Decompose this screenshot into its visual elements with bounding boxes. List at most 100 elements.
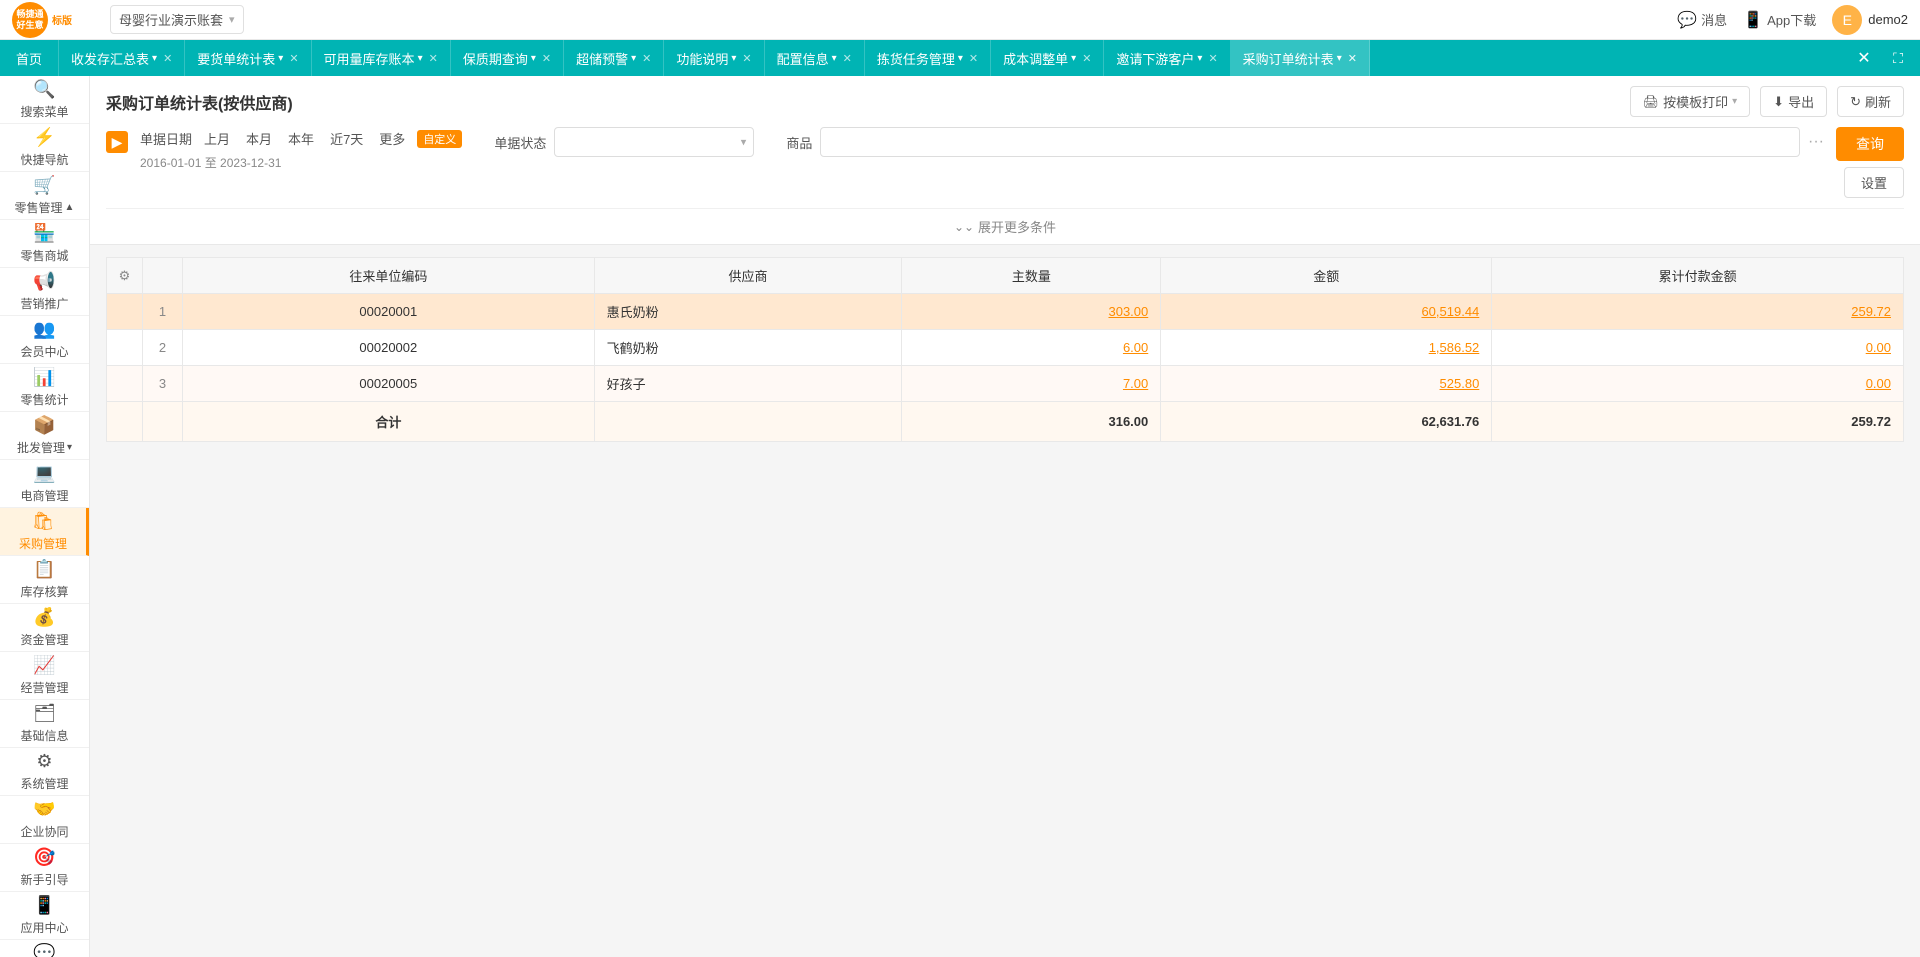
tab-close-icon[interactable]: ✕	[1348, 52, 1357, 65]
row-amount-cell[interactable]: 525.80	[1161, 366, 1492, 402]
row-main-qty-cell[interactable]: 6.00	[902, 330, 1161, 366]
inventory-check-icon: 📋	[33, 559, 55, 580]
tab-close-icon[interactable]: ✕	[742, 52, 751, 65]
table-row[interactable]: 2 00020002 飞鹤奶粉 6.00 1,586.52	[107, 330, 1904, 366]
tab-close-icon[interactable]: ✕	[429, 52, 438, 65]
sidebar-item-ops-mgmt[interactable]: 📈 经营管理	[0, 652, 89, 700]
sidebar-item-retail-mall[interactable]: 🏪 零售商城	[0, 220, 89, 268]
amount-link[interactable]: 60,519.44	[1421, 304, 1479, 319]
nav-tab-cost-adjust[interactable]: 成本调整单 ▾ ✕	[991, 40, 1104, 76]
date-shortcut-this-month[interactable]: 本月	[242, 127, 276, 150]
tab-close-icon[interactable]: ✕	[642, 52, 651, 65]
row-main-qty-cell[interactable]: 303.00	[902, 294, 1161, 330]
query-btn[interactable]: 查询	[1836, 127, 1904, 161]
sidebar-item-wholesale-mgmt[interactable]: 📦 批发管理▾	[0, 412, 89, 460]
message-btn[interactable]: 💬 消息	[1677, 10, 1727, 30]
settings-btn[interactable]: 设置	[1844, 167, 1904, 198]
sidebar-item-member-center[interactable]: 👥 会员中心	[0, 316, 89, 364]
nav-tab-pick-task[interactable]: 拣货任务管理 ▾ ✕	[865, 40, 991, 76]
settings-icon[interactable]: ⚙	[119, 268, 131, 283]
retail-stats-icon: 📊	[33, 367, 55, 388]
qty-link[interactable]: 7.00	[1123, 376, 1148, 391]
sidebar-item-enterprise-collab[interactable]: 🤝 企业协同	[0, 796, 89, 844]
amount-link[interactable]: 1,586.52	[1429, 340, 1480, 355]
sidebar-item-inventory-check[interactable]: 📋 库存核算	[0, 556, 89, 604]
nav-tab-expiry-check[interactable]: 保质期查询 ▾ ✕	[451, 40, 564, 76]
row-index-cell: 2	[143, 330, 183, 366]
row-supplier-cell: 飞鹤奶粉	[594, 330, 902, 366]
expand-more-btn[interactable]: ⌄⌄ 展开更多条件	[942, 215, 1068, 238]
expand-more-label: 展开更多条件	[978, 217, 1056, 236]
nav-tab-config-info[interactable]: 配置信息 ▾ ✕	[765, 40, 865, 76]
nav-tab-purchase-stats[interactable]: 采购订单统计表 ▾ ✕	[1231, 40, 1370, 76]
date-shortcut-this-year[interactable]: 本年	[284, 127, 318, 150]
tab-close-icon[interactable]: ✕	[1208, 52, 1217, 65]
sidebar-item-ecommerce-mgmt[interactable]: 💻 电商管理	[0, 460, 89, 508]
tab-close-icon[interactable]: ✕	[542, 52, 551, 65]
qty-link[interactable]: 6.00	[1123, 340, 1148, 355]
tab-close-icon[interactable]: ✕	[163, 52, 172, 65]
col-amount: 金额	[1161, 258, 1492, 294]
row-amount-cell[interactable]: 60,519.44	[1161, 294, 1492, 330]
sidebar-item-quick-nav[interactable]: ⚡ 快捷导航	[0, 124, 89, 172]
row-paid-amount-cell[interactable]: 0.00	[1492, 330, 1904, 366]
export-btn[interactable]: ⬇ 导出	[1760, 86, 1827, 117]
amount-link[interactable]: 525.80	[1440, 376, 1480, 391]
nav-tab-home[interactable]: 首页	[0, 40, 59, 76]
table-row[interactable]: 3 00020005 好孩子 7.00 525.80	[107, 366, 1904, 402]
sidebar-item-retail-stats[interactable]: 📊 零售统计	[0, 364, 89, 412]
tab-close-icon[interactable]: ✕	[969, 52, 978, 65]
workspace-selector[interactable]: 母婴行业演示账套 ▾	[110, 5, 244, 34]
row-paid-amount-cell[interactable]: 259.72	[1492, 294, 1904, 330]
date-label: 单据日期	[140, 129, 192, 148]
qty-link[interactable]: 303.00	[1108, 304, 1148, 319]
table-footer-row: 合计 316.00 62,631.76 259.72	[107, 402, 1904, 442]
sidebar-item-retail-mgmt[interactable]: 🛒 零售管理▲	[0, 172, 89, 220]
sidebar-item-sys-mgmt[interactable]: ⚙ 系统管理	[0, 748, 89, 796]
date-shortcut-last-month[interactable]: 上月	[200, 127, 234, 150]
enterprise-collab-icon: 🤝	[33, 799, 55, 820]
custom-badge[interactable]: 自定义	[417, 130, 462, 148]
tab-close-icon[interactable]: ✕	[289, 52, 298, 65]
app-download-btn[interactable]: 📱 App下载	[1743, 10, 1816, 30]
sidebar-item-purchase-mgmt[interactable]: 🛍 采购管理	[0, 508, 89, 556]
paid-link[interactable]: 259.72	[1851, 304, 1891, 319]
date-shortcut-7days[interactable]: 近7天	[326, 127, 367, 150]
row-unit-code-cell: 00020002	[183, 330, 595, 366]
nav-tab-receive-pay[interactable]: 收发存汇总表 ▾ ✕	[59, 40, 185, 76]
goods-input[interactable]	[820, 127, 1800, 157]
sidebar-item-basic-info[interactable]: 🗂 基础信息	[0, 700, 89, 748]
refresh-btn[interactable]: ↻ 刷新	[1837, 86, 1904, 117]
goods-more-icon[interactable]: ···	[1808, 133, 1824, 151]
table-row[interactable]: 1 00020001 惠氏奶粉 303.00 60,519.44	[107, 294, 1904, 330]
tab-close-icon[interactable]: ✕	[1082, 52, 1091, 65]
filter-toggle-btn[interactable]: ▶	[106, 131, 128, 153]
nav-tab-invite-downstream[interactable]: 邀请下游客户 ▾ ✕	[1104, 40, 1230, 76]
col-settings: ⚙	[107, 258, 143, 294]
avatar-area[interactable]: E demo2	[1832, 5, 1908, 35]
tab-maximize-btn[interactable]: ⛶	[1884, 44, 1912, 72]
sidebar-item-label: 快捷导航	[20, 151, 68, 168]
status-select[interactable]	[554, 127, 754, 157]
nav-tab-overstock-warn[interactable]: 超储预警 ▾ ✕	[564, 40, 664, 76]
paid-link[interactable]: 0.00	[1866, 376, 1891, 391]
tab-close-icon[interactable]: ✕	[843, 52, 852, 65]
sidebar-item-new-guide[interactable]: 🎯 新手引导	[0, 844, 89, 892]
template-print-btn[interactable]: 🖨 按模板打印 ▾	[1630, 86, 1751, 117]
row-amount-cell[interactable]: 1,586.52	[1161, 330, 1492, 366]
tab-arrow-icon: ▾	[958, 53, 963, 64]
sidebar-item-enterprise-wechat[interactable]: 💬 企业微信	[0, 940, 89, 957]
sidebar-item-marketing[interactable]: 📢 营销推广	[0, 268, 89, 316]
row-main-qty-cell[interactable]: 7.00	[902, 366, 1161, 402]
nav-tab-order-stats[interactable]: 要货单统计表 ▾ ✕	[185, 40, 311, 76]
footer-supplier-cell	[594, 402, 902, 442]
sidebar-item-search[interactable]: 🔍 搜索菜单	[0, 76, 89, 124]
sidebar-item-fund-mgmt[interactable]: 💰 资金管理	[0, 604, 89, 652]
row-paid-amount-cell[interactable]: 0.00	[1492, 366, 1904, 402]
date-shortcut-more[interactable]: 更多	[375, 127, 409, 150]
nav-tab-avail-stock[interactable]: 可用量库存账本 ▾ ✕	[312, 40, 451, 76]
paid-link[interactable]: 0.00	[1866, 340, 1891, 355]
sidebar-item-app-center[interactable]: 📱 应用中心	[0, 892, 89, 940]
nav-tab-func-desc[interactable]: 功能说明 ▾ ✕	[664, 40, 764, 76]
tab-minimize-btn[interactable]: ✕	[1850, 44, 1878, 72]
